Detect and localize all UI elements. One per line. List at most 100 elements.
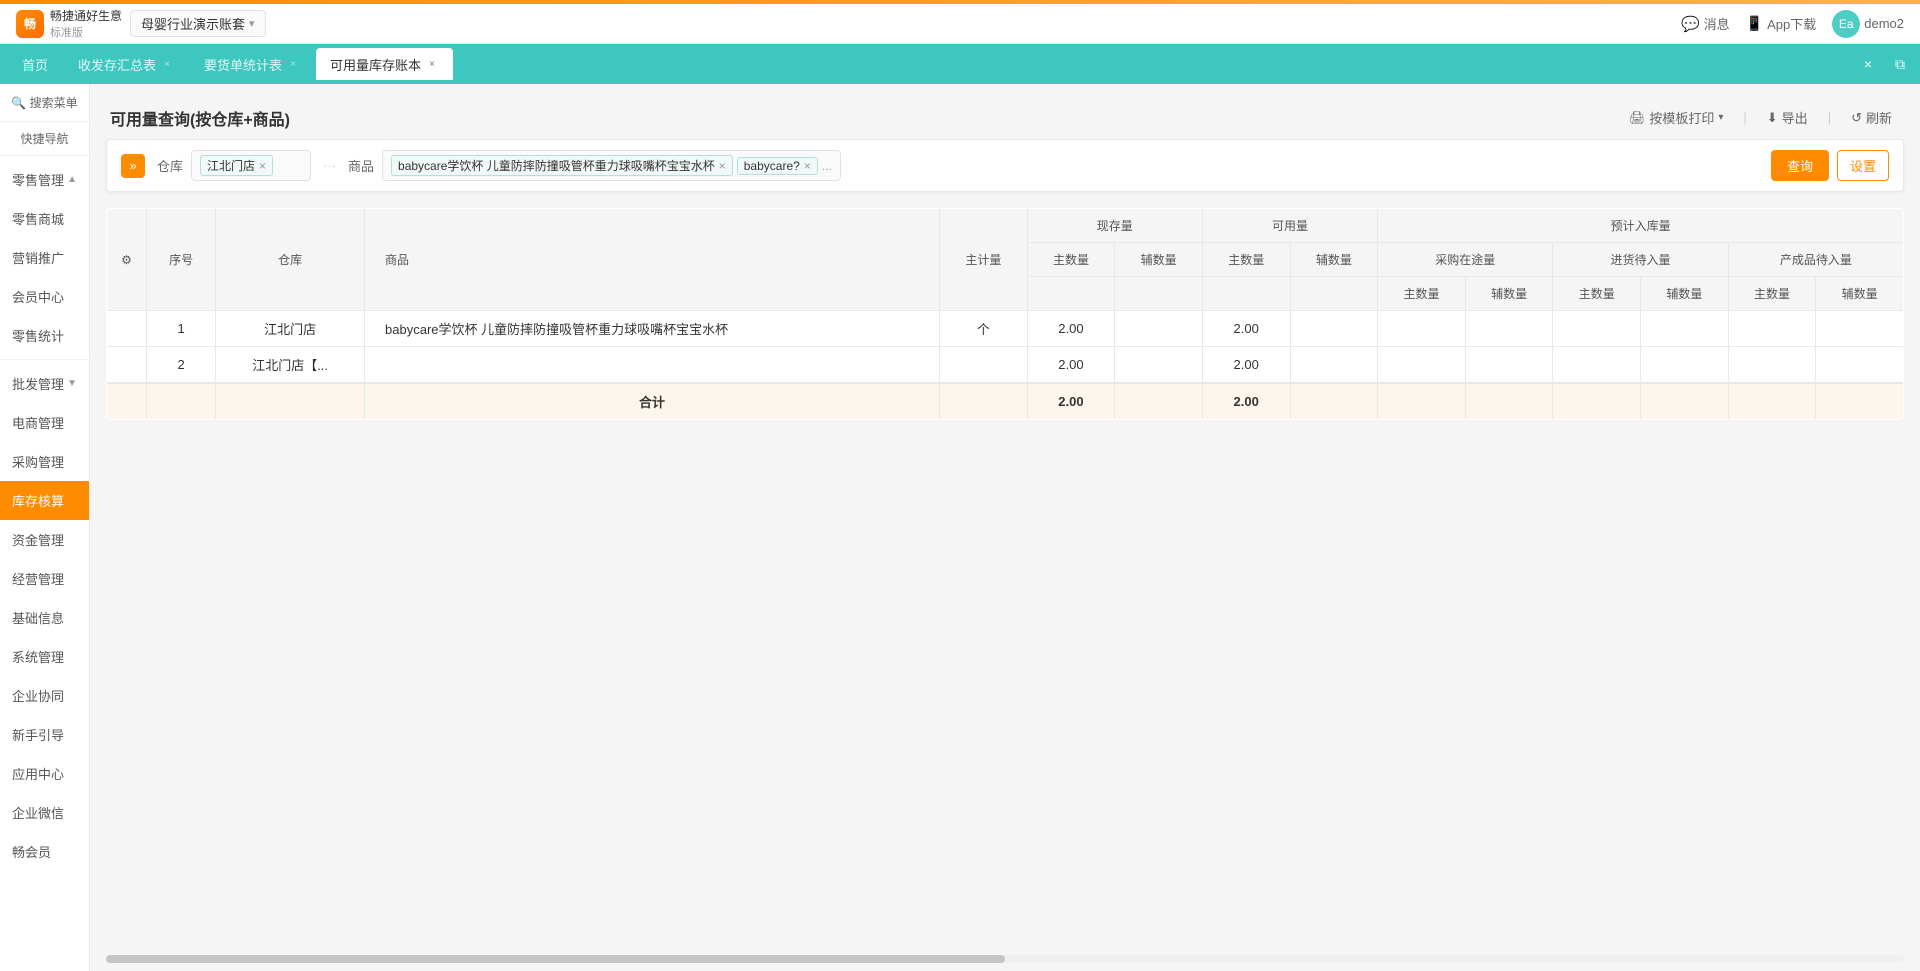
sidebar-item-app-center-label: 应用中心 — [12, 764, 64, 783]
th-current-main: 主数量 — [1027, 243, 1115, 277]
settings-btn[interactable]: 设置 — [1837, 150, 1889, 181]
th-no: 序号 — [147, 209, 216, 311]
th-available: 可用量 — [1202, 209, 1377, 243]
print-label: 按模板打印 — [1649, 108, 1714, 127]
print-template-btn[interactable]: 🖨 按模板打印 ▾ — [1621, 104, 1732, 131]
th-forecast: 预计入库量 — [1378, 209, 1904, 243]
sidebar-item-marketing[interactable]: 营销推广 — [0, 238, 89, 277]
warehouse-tag-remove[interactable]: × — [259, 159, 266, 173]
tenant-name: 母婴行业演示账套 — [141, 14, 245, 33]
settings-icon: ⚙ — [121, 253, 132, 267]
sidebar-item-retail-mall[interactable]: 零售商城 — [0, 199, 89, 238]
sidebar-item-finance-label: 资金管理 — [12, 530, 64, 549]
tab-receive-summary[interactable]: 收发存汇总表 × — [64, 48, 188, 80]
sidebar-item-ecommerce[interactable]: 电商管理 — [0, 403, 89, 442]
th-available-aux: 辅数量 — [1290, 243, 1378, 277]
sidebar-item-member-center[interactable]: 会员中心 — [0, 277, 89, 316]
page-header: 可用量查询(按仓库+商品) 🖨 按模板打印 ▾ | ⬇ 导出 | ↺ — [90, 92, 1920, 139]
sidebar-item-inventory[interactable]: 库存核算 — [0, 481, 89, 520]
sidebar-item-basic-info[interactable]: 基础信息 — [0, 598, 89, 637]
sidebar-item-retail-mgmt-label: 零售管理 — [12, 170, 64, 189]
warehouse-input[interactable]: 江北门店 × — [191, 150, 311, 181]
product-tag-2-remove[interactable]: × — [804, 159, 811, 173]
close-window-btn[interactable]: × — [1856, 52, 1880, 76]
scrollbar-thumb[interactable] — [106, 955, 1005, 963]
tenant-selector[interactable]: 母婴行业演示账套 ▾ — [130, 10, 266, 37]
tab-home-label: 首页 — [22, 55, 48, 74]
sidebar-item-retail-mall-label: 零售商城 — [12, 209, 64, 228]
th-av-main — [1202, 277, 1290, 311]
chevron-up-icon: ▲ — [67, 174, 77, 185]
tab-available-stock[interactable]: 可用量库存账本 × — [316, 48, 453, 80]
sidebar-search[interactable]: 🔍 搜索菜单 — [0, 84, 89, 122]
quick-nav-label: 快捷导航 — [20, 132, 68, 146]
th-incoming-main: 主数量 — [1553, 277, 1641, 311]
refresh-label: 刷新 — [1866, 108, 1892, 127]
avatar: Ea — [1832, 10, 1860, 38]
sidebar-quick-nav[interactable]: 快捷导航 — [0, 122, 89, 156]
sidebar-item-system[interactable]: 系统管理 — [0, 637, 89, 676]
export-icon: ⬇ — [1767, 110, 1778, 126]
sidebar-item-wholesale-mgmt[interactable]: 批发管理 ▼ — [0, 364, 89, 403]
product-ellipsis: ... — [822, 159, 832, 173]
app-download-label: App下载 — [1767, 14, 1816, 33]
th-product-aux: 辅数量 — [1816, 277, 1904, 311]
filter-actions: 查询 设置 — [1771, 150, 1889, 181]
sidebar-item-enterprise-collab[interactable]: 企业协同 — [0, 676, 89, 715]
tab-available-close[interactable]: × — [425, 57, 439, 71]
sidebar-item-app-center[interactable]: 应用中心 — [0, 754, 89, 793]
top-bar: 畅 畅捷通好生意 标准版 母婴行业演示账套 ▾ 💬 消息 📱 App下载 Ea … — [0, 4, 1920, 44]
table-footer-row: 合计 2.00 2.00 — [107, 383, 1904, 420]
tab-receive-close[interactable]: × — [160, 57, 174, 71]
tab-order-close[interactable]: × — [286, 57, 300, 71]
page-actions: 🖨 按模板打印 ▾ | ⬇ 导出 | ↺ 刷新 — [1621, 104, 1900, 131]
user-profile[interactable]: Ea demo2 — [1832, 10, 1904, 38]
sidebar-item-purchase-label: 采购管理 — [12, 452, 64, 471]
sidebar-item-retail-mgmt[interactable]: 零售管理 ▲ — [0, 160, 89, 199]
product-input[interactable]: babycare学饮杯 儿童防摔防撞吸管杯重力球吸嘴杯宝宝水杯 × babyca… — [382, 150, 841, 181]
product-tag-1-remove[interactable]: × — [719, 159, 726, 173]
user-name: demo2 — [1864, 16, 1904, 31]
content-wrapper: 可用量查询(按仓库+商品) 🖨 按模板打印 ▾ | ⬇ 导出 | ↺ — [90, 84, 1920, 971]
th-incoming-aux: 辅数量 — [1641, 277, 1729, 311]
message-label: 消息 — [1704, 14, 1730, 33]
chevron-down-icon: ▾ — [1718, 112, 1723, 123]
tab-available-label: 可用量库存账本 — [330, 55, 421, 74]
sidebar-item-member-vip[interactable]: 畅会员 — [0, 832, 89, 871]
export-btn[interactable]: ⬇ 导出 — [1759, 104, 1816, 131]
restore-window-btn[interactable]: ⧉ — [1888, 52, 1912, 76]
search-icon: 🔍 — [11, 96, 26, 110]
sidebar-item-retail-stats-label: 零售统计 — [12, 326, 64, 345]
top-bar-right: 💬 消息 📱 App下载 Ea demo2 — [1681, 10, 1904, 38]
query-btn[interactable]: 查询 — [1771, 150, 1829, 181]
th-product-pending: 产成品待入量 — [1728, 243, 1903, 277]
th-product-main: 主数量 — [1728, 277, 1816, 311]
sidebar-item-retail-stats[interactable]: 零售统计 — [0, 316, 89, 355]
sidebar-item-purchase[interactable]: 采购管理 — [0, 442, 89, 481]
sidebar-item-inventory-label: 库存核算 — [12, 491, 64, 510]
sidebar-item-ecommerce-label: 电商管理 — [12, 413, 64, 432]
refresh-btn[interactable]: ↺ 刷新 — [1843, 104, 1900, 131]
th-current-stock: 现存量 — [1027, 209, 1202, 243]
sidebar-item-new-guide[interactable]: 新手引导 — [0, 715, 89, 754]
tab-order-summary[interactable]: 要货单统计表 × — [190, 48, 314, 80]
sidebar-item-enterprise-wechat[interactable]: 企业微信 — [0, 793, 89, 832]
brand-name: 畅捷通好生意 — [50, 7, 122, 24]
sidebar-item-finance[interactable]: 资金管理 — [0, 520, 89, 559]
th-av-aux — [1290, 277, 1378, 311]
table-row: 1 江北门店 babycare学饮杯 儿童防摔防撞吸管杯重力球吸嘴杯宝宝水杯 个… — [107, 311, 1904, 347]
tab-home[interactable]: 首页 — [8, 48, 62, 80]
th-settings[interactable]: ⚙ — [107, 209, 147, 311]
refresh-icon: ↺ — [1851, 110, 1862, 126]
sidebar-item-business[interactable]: 经营管理 — [0, 559, 89, 598]
filter-expand-btn[interactable]: » — [121, 154, 145, 178]
warehouse-tag: 江北门店 × — [200, 155, 273, 176]
app-download-action[interactable]: 📱 App下载 — [1746, 14, 1817, 33]
expand-icon: » — [129, 158, 136, 173]
sidebar-item-basic-label: 基础信息 — [12, 608, 64, 627]
content-area: 可用量查询(按仓库+商品) 🖨 按模板打印 ▾ | ⬇ 导出 | ↺ — [90, 84, 1920, 971]
sidebar-item-marketing-label: 营销推广 — [12, 248, 64, 267]
th-available-main: 主数量 — [1202, 243, 1290, 277]
message-action[interactable]: 💬 消息 — [1681, 14, 1730, 33]
th-purchase-aux: 辅数量 — [1465, 277, 1553, 311]
